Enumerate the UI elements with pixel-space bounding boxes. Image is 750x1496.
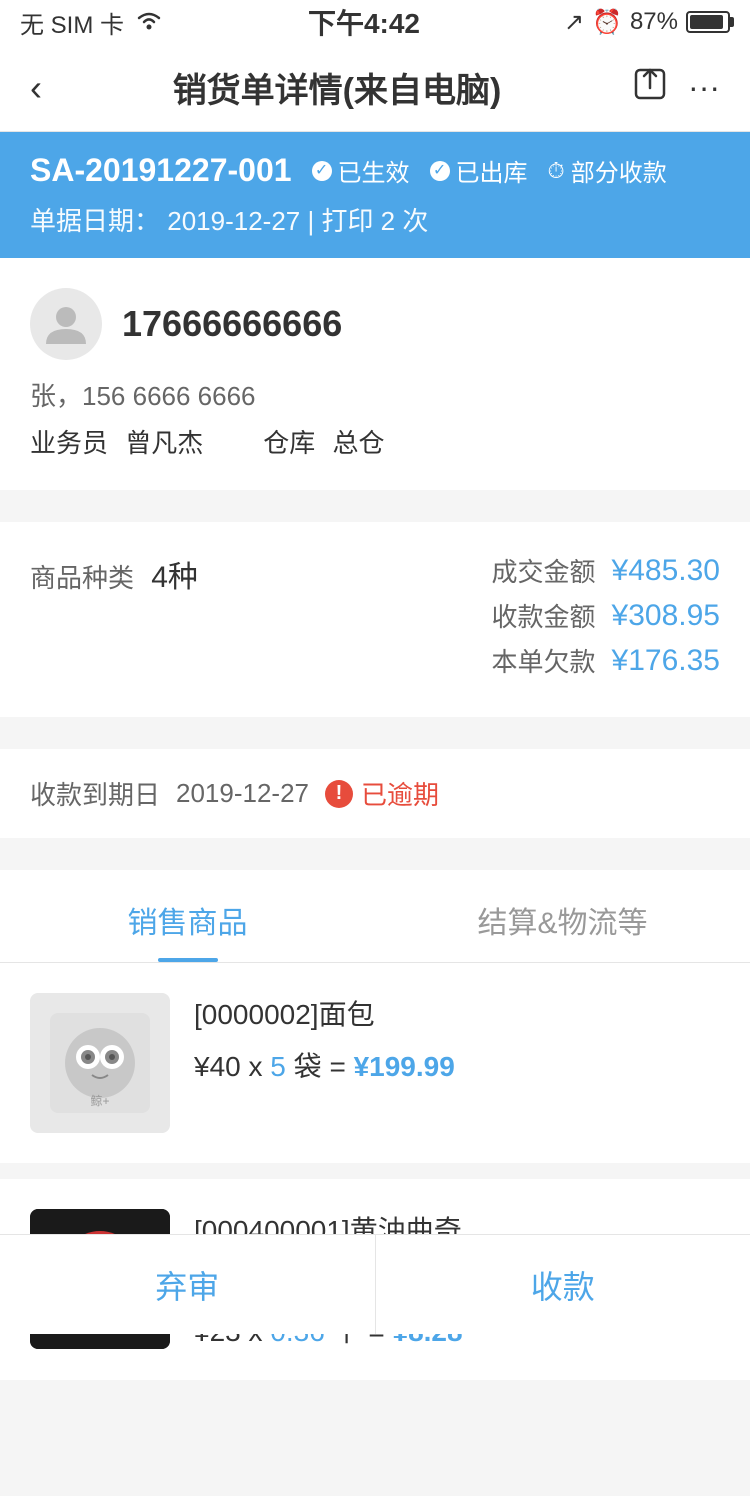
battery-percent: 87% [630, 8, 678, 36]
product-price-1: ¥40 x 5 袋 = ¥199.99 [194, 1045, 720, 1085]
stats-section: 商品种类 4种 成交金额 ¥485.30 收款金额 ¥308.95 本单欠款 ¥… [0, 522, 750, 717]
bottom-spacer [0, 1396, 750, 1496]
badge-partial: ⏱ 部分收款 [548, 153, 667, 188]
customer-meta: 业务员 曾凡杰 仓库 总仓 [30, 423, 720, 460]
list-item: 鲸+ [0000002]面包 ¥40 x 5 袋 = ¥199.99 [0, 963, 750, 1163]
nav-actions: ··· [632, 66, 720, 110]
due-date-label: 收款到期日 [30, 775, 160, 812]
divider-2 [0, 733, 750, 749]
confirm-button[interactable]: 收款 [376, 1235, 750, 1334]
customer-section: 17666666666 张，156 6666 6666 业务员 曾凡杰 仓库 总… [0, 258, 750, 490]
order-id: SA-20191227-001 [30, 152, 292, 189]
divider-1 [0, 506, 750, 522]
time-display: 下午4:42 [308, 2, 420, 42]
location-icon: ↗ [564, 8, 584, 37]
share-icon[interactable] [632, 66, 668, 110]
due-date-value: 2019-12-27 [176, 778, 309, 809]
overdue-icon: ! [325, 780, 353, 808]
customer-name-phone: 张，156 6666 6666 [30, 376, 720, 413]
svg-text:鲸+: 鲸+ [90, 1093, 109, 1108]
due-date-section: 收款到期日 2019-12-27 ! 已逾期 [0, 749, 750, 838]
owed-amount-field: 本单欠款 ¥176.35 [492, 642, 720, 679]
status-left: 无 SIM 卡 [20, 5, 164, 40]
product-type-field: 商品种类 4种 [30, 552, 198, 596]
product-name-1: [0000002]面包 [194, 993, 720, 1033]
stats-row: 商品种类 4种 成交金额 ¥485.30 收款金额 ¥308.95 本单欠款 ¥… [30, 552, 720, 687]
sim-status: 无 SIM 卡 [20, 5, 124, 40]
cancel-button[interactable]: 弃审 [0, 1235, 376, 1334]
status-bar: 无 SIM 卡 下午4:42 ↗ ⏰ 87% [0, 0, 750, 44]
check-icon-active: ✓ [312, 161, 332, 181]
back-button[interactable]: ‹ [30, 67, 42, 109]
salesperson-field: 业务员 曾凡杰 [30, 423, 203, 460]
nav-bar: ‹ 销货单详情(来自电脑) ··· [0, 44, 750, 132]
customer-top: 17666666666 [30, 288, 720, 360]
check-icon-shipped: ✓ [430, 161, 450, 181]
amount-fields: 成交金额 ¥485.30 收款金额 ¥308.95 本单欠款 ¥176.35 [492, 552, 720, 687]
warehouse-field: 仓库 总仓 [263, 423, 384, 460]
status-right: ↗ ⏰ 87% [564, 8, 730, 37]
clock-icon: ⏱ [548, 158, 565, 184]
tab-bar: 销售商品 结算&物流等 [0, 870, 750, 963]
tab-sales-products[interactable]: 销售商品 [0, 870, 375, 962]
overdue-label: 已逾期 [361, 775, 439, 812]
battery-icon [686, 11, 730, 33]
divider-3 [0, 854, 750, 870]
tab-settlement[interactable]: 结算&物流等 [375, 870, 750, 962]
alarm-icon: ⏰ [592, 8, 622, 37]
badge-shipped: ✓ 已出库 [430, 153, 528, 188]
customer-phone: 17666666666 [122, 303, 342, 345]
banner-top: SA-20191227-001 ✓ 已生效 ✓ 已出库 ⏱ 部分收款 [30, 152, 720, 189]
product-info-1: [0000002]面包 ¥40 x 5 袋 = ¥199.99 [194, 993, 720, 1085]
deal-amount-field: 成交金额 ¥485.30 [492, 552, 720, 589]
avatar [30, 288, 102, 360]
more-icon[interactable]: ··· [688, 69, 720, 106]
overdue-badge: ! 已逾期 [325, 775, 439, 812]
badge-active: ✓ 已生效 [312, 153, 410, 188]
bottom-bar: 弃审 收款 [0, 1234, 750, 1334]
received-amount-field: 收款金额 ¥308.95 [492, 597, 720, 634]
banner-date: 单据日期： 2019-12-27 | 打印 2 次 [30, 201, 720, 238]
product-thumbnail-1: 鲸+ [30, 993, 170, 1133]
page-title: 销货单详情(来自电脑) [173, 63, 502, 112]
wifi-icon [134, 8, 164, 37]
order-header-banner: SA-20191227-001 ✓ 已生效 ✓ 已出库 ⏱ 部分收款 单据日期：… [0, 132, 750, 258]
